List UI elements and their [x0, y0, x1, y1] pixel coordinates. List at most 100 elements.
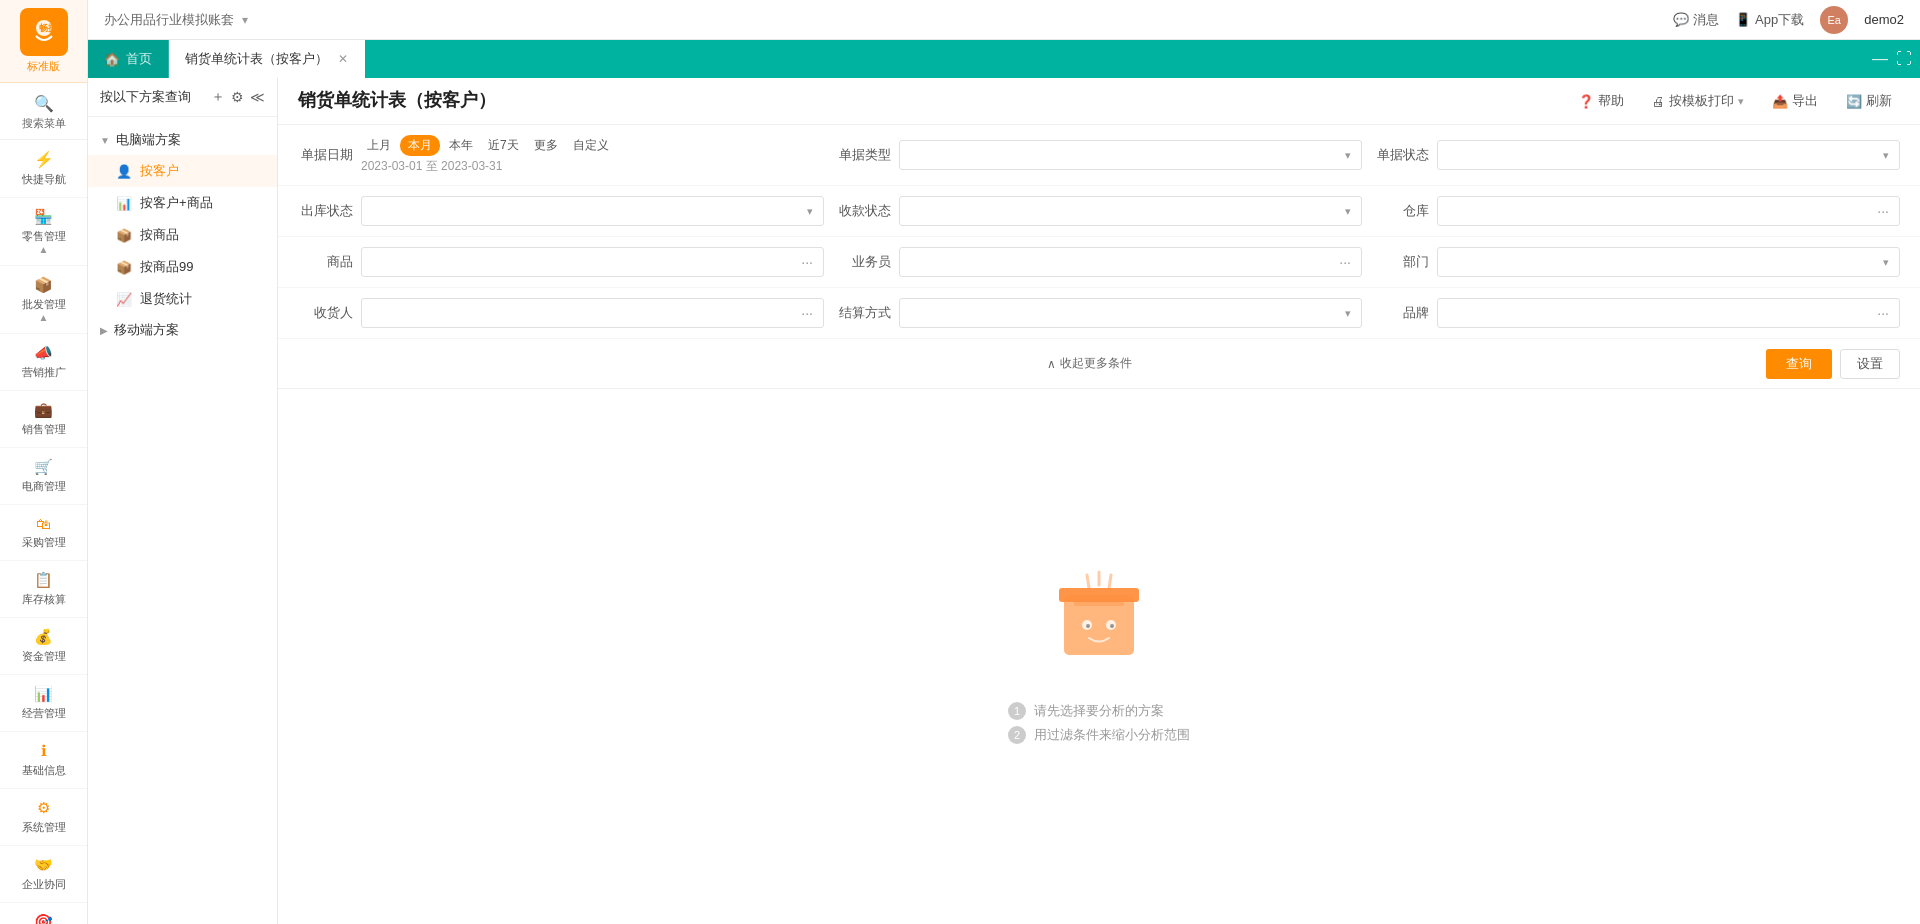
add-plan-button[interactable]: ＋	[211, 88, 225, 106]
app-logo: 畅捷 标准版	[0, 0, 87, 83]
retail-label: 零售管理	[22, 229, 66, 244]
plan-by-customer[interactable]: 👤 按客户	[88, 155, 277, 187]
sidebar-item-ecommerce[interactable]: 🛒 电商管理	[0, 448, 87, 505]
plan-by-goods[interactable]: 📦 按商品	[88, 219, 277, 251]
query-button[interactable]: 查询	[1766, 349, 1832, 379]
date-btn-7days[interactable]: 近7天	[482, 135, 525, 156]
desktop-section-header[interactable]: ▼ 电脑端方案	[88, 125, 277, 155]
hint-num-1: 1	[1008, 702, 1026, 720]
sidebar-item-wholesale[interactable]: 📦 批发管理 ▲	[0, 266, 87, 334]
date-btn-last-month[interactable]: 上月	[361, 135, 397, 156]
brand-input[interactable]: ···	[1437, 298, 1900, 328]
warehouse-input[interactable]: ···	[1437, 196, 1900, 226]
dept-input[interactable]: ▾	[1437, 247, 1900, 277]
by-customer-label: 按客户	[140, 162, 179, 180]
salesperson-input[interactable]: ···	[899, 247, 1362, 277]
sidebar-item-operation[interactable]: 📊 经营管理	[0, 675, 87, 732]
sidebar-item-system[interactable]: ⚙ 系统管理	[0, 789, 87, 846]
message-label: 消息	[1693, 11, 1719, 29]
mobile-section-header[interactable]: ▶ 移动端方案	[88, 315, 277, 345]
sidebar-item-search-menu[interactable]: 🔍 搜索菜单	[0, 83, 87, 140]
sidebar-item-finance[interactable]: 💰 资金管理	[0, 618, 87, 675]
content-area: 按以下方案查询 ＋ ⚙ ≪ ▼ 电脑端方案 👤 按客户	[88, 78, 1920, 924]
svg-line-2	[1087, 575, 1089, 588]
sales-label: 销售管理	[22, 422, 66, 437]
by-goods-label: 按商品	[140, 226, 179, 244]
tab-home[interactable]: 🏠 首页	[88, 40, 169, 78]
sidebar-item-marketing[interactable]: 📣 营销推广	[0, 334, 87, 391]
payment-status-input[interactable]: ▾	[899, 196, 1362, 226]
out-status-input[interactable]: ▾	[361, 196, 824, 226]
sidebar-item-retail[interactable]: 🏪 零售管理 ▲	[0, 198, 87, 266]
goods-input[interactable]: ···	[361, 247, 824, 277]
sidebar-item-purchase[interactable]: 🛍 采购管理	[0, 505, 87, 561]
print-template-button[interactable]: 🖨 按模板打印 ▾	[1644, 88, 1752, 114]
settings-button[interactable]: 设置	[1840, 349, 1900, 379]
header-right: 💬 消息 📱 App下载 Ea demo2	[1673, 6, 1904, 34]
user-name[interactable]: demo2	[1864, 12, 1904, 27]
collapse-button[interactable]: ∧ 收起更多条件	[1039, 347, 1140, 380]
svg-rect-6	[1059, 588, 1139, 602]
left-panel-actions: ＋ ⚙ ≪	[211, 88, 265, 106]
date-btn-this-month[interactable]: 本月	[400, 135, 440, 156]
export-button[interactable]: 📤 导出	[1764, 88, 1826, 114]
help-button[interactable]: ❓ 帮助	[1570, 88, 1632, 114]
system-label: 系统管理	[22, 820, 66, 835]
sidebar-item-quick-nav[interactable]: ⚡ 快捷导航	[0, 140, 87, 198]
filter-type-cell: 单据类型 ▾	[836, 140, 1362, 170]
breadcrumb-dropdown[interactable]: ▾	[242, 13, 248, 27]
app-download-button[interactable]: 📱 App下载	[1735, 11, 1804, 29]
filter-out-status-cell: 出库状态 ▾	[298, 196, 824, 226]
filter-row-3: 商品 ··· 业务员 ··· 部门	[278, 237, 1920, 288]
plan-by-goods99[interactable]: 📦 按商品99	[88, 251, 277, 283]
out-status-dropdown-icon: ▾	[807, 205, 813, 218]
collapse-panel-button[interactable]: ≪	[250, 89, 265, 105]
filter-payment-status-cell: 收款状态 ▾	[836, 196, 1362, 226]
marketing-label: 营销推广	[22, 365, 66, 380]
plan-customer-goods[interactable]: 📊 按客户+商品	[88, 187, 277, 219]
tab-actions: — ⛶	[1864, 40, 1920, 78]
empty-hints: 1 请先选择要分析的方案 2 用过滤条件来缩小分析范围	[1008, 702, 1190, 744]
mobile-arrow: ▶	[100, 325, 108, 336]
date-btn-custom[interactable]: 自定义	[567, 135, 615, 156]
plan-return-stats[interactable]: 📈 退货统计	[88, 283, 277, 315]
sidebar-item-sales[interactable]: 💼 销售管理	[0, 391, 87, 448]
tab-bar: 🏠 首页 销货单统计表（按客户） ✕ — ⛶	[88, 40, 1920, 78]
empty-illustration	[1039, 570, 1159, 690]
collapse-row: ∧ 收起更多条件 查询 设置	[278, 339, 1920, 389]
settings-plan-button[interactable]: ⚙	[231, 89, 244, 105]
sidebar: 畅捷 标准版 🔍 搜索菜单 ⚡ 快捷导航 🏪 零售管理 ▲ 📦 批发管理 ▲ 📣…	[0, 0, 88, 924]
avatar[interactable]: Ea	[1820, 6, 1848, 34]
filter-row-2: 出库状态 ▾ 收款状态 ▾ 仓库	[278, 186, 1920, 237]
goods-dots: ···	[801, 254, 813, 270]
message-button[interactable]: 💬 消息	[1673, 11, 1719, 29]
tab-close-button[interactable]: ✕	[338, 52, 348, 66]
sidebar-item-enterprise[interactable]: 🤝 企业协同	[0, 846, 87, 903]
collapse-up-icon: ∧	[1047, 357, 1056, 371]
tab-maximize-button[interactable]: ⛶	[1896, 50, 1912, 68]
type-input[interactable]: ▾	[899, 140, 1362, 170]
goods-label: 商品	[298, 253, 353, 271]
sidebar-item-newbie[interactable]: 🎯 新手引导	[0, 903, 87, 924]
svg-point-10	[1086, 624, 1090, 628]
desktop-section-label: 电脑端方案	[116, 131, 181, 149]
status-input[interactable]: ▾	[1437, 140, 1900, 170]
tab-minimize-button[interactable]: —	[1872, 50, 1888, 68]
receiver-input[interactable]: ···	[361, 298, 824, 328]
sidebar-item-basics[interactable]: ℹ 基础信息	[0, 732, 87, 789]
salesperson-label: 业务员	[836, 253, 891, 271]
refresh-button[interactable]: 🔄 刷新	[1838, 88, 1900, 114]
wholesale-label: 批发管理	[22, 297, 66, 312]
hint-num-2: 2	[1008, 726, 1026, 744]
sidebar-item-inventory[interactable]: 📋 库存核算	[0, 561, 87, 618]
date-quick-row: 上月 本月 本年 近7天 更多 自定义	[361, 135, 824, 156]
date-btn-this-year[interactable]: 本年	[443, 135, 479, 156]
filter-date-cell: 单据日期 上月 本月 本年 近7天 更多 自定义 2023-03-01 至 20…	[298, 135, 824, 175]
empty-hint-2: 2 用过滤条件来缩小分析范围	[1008, 726, 1190, 744]
right-main: 销货单统计表（按客户） ❓ 帮助 🖨 按模板打印 ▾ 📤 导出	[278, 78, 1920, 924]
date-btn-more[interactable]: 更多	[528, 135, 564, 156]
tab-sales-stats[interactable]: 销货单统计表（按客户） ✕	[169, 40, 365, 78]
main-area: 办公用品行业模拟账套 ▾ 💬 消息 📱 App下载 Ea demo2 🏠 首页 …	[88, 0, 1920, 924]
payment-method-input[interactable]: ▾	[899, 298, 1362, 328]
empty-hint-1: 1 请先选择要分析的方案	[1008, 702, 1190, 720]
